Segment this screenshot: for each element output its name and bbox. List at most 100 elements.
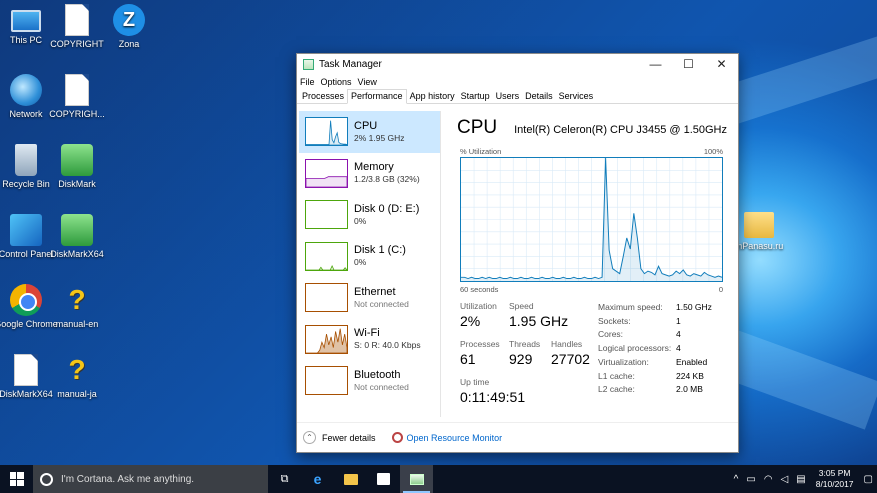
resource-thumbnail-graph bbox=[305, 200, 348, 230]
tab-details[interactable]: Details bbox=[522, 90, 556, 103]
desktop-icon-manual-en[interactable]: ? manual-en bbox=[42, 284, 112, 330]
spec-value: 224 KB bbox=[676, 370, 704, 381]
stat-processes: Processes 61 bbox=[460, 339, 500, 367]
spec-value: 4 bbox=[676, 329, 681, 340]
notifications-icon[interactable]: ▤ bbox=[796, 474, 805, 485]
resource-item-memory[interactable]: Memory 1.2/3.8 GB (32%) bbox=[299, 153, 440, 195]
desktop-icon-diskmarkx64[interactable]: DiskMarkX64 bbox=[42, 214, 112, 260]
footer-bar: ⌃ Fewer details Open Resource Monitor bbox=[297, 422, 738, 452]
fewer-details-link[interactable]: Fewer details bbox=[322, 433, 376, 443]
document-icon bbox=[65, 4, 89, 36]
spec-row: Sockets: 1 bbox=[598, 315, 712, 329]
cortana-search-box[interactable]: I'm Cortana. Ask me anything. bbox=[33, 465, 268, 493]
menu-view[interactable]: View bbox=[358, 77, 377, 87]
clock[interactable]: 3:05 PM 8/10/2017 bbox=[816, 468, 854, 490]
folder-icon bbox=[343, 473, 358, 485]
desktop-icon-diskmark[interactable]: DiskMark bbox=[42, 144, 112, 190]
menu-bar: File Options View bbox=[297, 74, 738, 89]
task-view-button[interactable]: ⧉ bbox=[268, 465, 301, 493]
title-bar[interactable]: Task Manager — ☐ ✕ bbox=[297, 54, 738, 74]
chevron-up-icon[interactable]: ⌃ bbox=[303, 431, 316, 444]
resource-item-wi-fi[interactable]: Wi-Fi S: 0 R: 40.0 Kbps bbox=[299, 319, 440, 361]
spec-key: Virtualization: bbox=[598, 356, 649, 367]
utilization-axis-label: % Utilization bbox=[460, 147, 502, 156]
resource-thumbnail-graph bbox=[305, 283, 348, 313]
window-title: Task Manager bbox=[319, 58, 382, 70]
spec-key: L1 cache: bbox=[598, 370, 635, 381]
menu-file[interactable]: File bbox=[300, 77, 315, 87]
resource-monitor-icon bbox=[391, 432, 403, 443]
graph-time-span: 60 seconds bbox=[460, 285, 499, 294]
folder-icon bbox=[744, 212, 774, 238]
resource-name: Bluetooth bbox=[354, 368, 401, 381]
stat-uptime: Up time 0:11:49:51 bbox=[460, 377, 526, 405]
tab-processes[interactable]: Processes bbox=[299, 90, 347, 103]
close-button[interactable]: ✕ bbox=[705, 54, 738, 74]
menu-options[interactable]: Options bbox=[321, 77, 352, 87]
resource-item-bluetooth[interactable]: Bluetooth Not connected bbox=[299, 360, 440, 402]
taskbar-edge[interactable]: e bbox=[301, 465, 334, 493]
windows-logo-icon bbox=[9, 472, 24, 486]
spec-row: Cores: 4 bbox=[598, 328, 712, 342]
graph-time-end: 0 bbox=[718, 285, 723, 294]
tab-startup[interactable]: Startup bbox=[458, 90, 493, 103]
tab-users[interactable]: Users bbox=[493, 90, 523, 103]
spec-key: Logical processors: bbox=[598, 343, 672, 354]
taskbar-file-explorer[interactable] bbox=[334, 465, 367, 493]
spec-value: Enabled bbox=[676, 356, 708, 367]
desktop-icon-manual-ja[interactable]: ? manual-ja bbox=[42, 354, 112, 400]
resource-thumbnail-graph bbox=[305, 158, 348, 188]
spec-key: L2 cache: bbox=[598, 384, 635, 395]
minimize-button[interactable]: — bbox=[639, 54, 672, 74]
resource-detail: 1.2/3.8 GB (32%) bbox=[354, 174, 420, 185]
diskmark-setup-icon bbox=[14, 354, 38, 386]
resource-detail: Not connected bbox=[354, 298, 409, 309]
resource-name: Memory bbox=[354, 161, 394, 174]
maximize-button[interactable]: ☐ bbox=[672, 54, 705, 74]
edge-icon: e bbox=[313, 471, 322, 487]
start-button[interactable] bbox=[0, 465, 33, 493]
diskmark-icon bbox=[61, 214, 93, 246]
desktop-icon-copyright-2[interactable]: COPYRIGH... bbox=[42, 74, 112, 120]
resource-item-cpu[interactable]: CPU 2% 1.95 GHz bbox=[299, 111, 440, 153]
tab-app-history[interactable]: App history bbox=[407, 90, 458, 103]
battery-icon[interactable]: ▭ bbox=[746, 474, 755, 485]
utilization-axis-max: 100% bbox=[703, 147, 723, 156]
stat-handles: Handles 27702 bbox=[551, 339, 590, 367]
spec-key: Cores: bbox=[598, 329, 624, 340]
help-icon: ? bbox=[68, 354, 86, 385]
tab-bar: Processes Performance App history Startu… bbox=[297, 89, 738, 104]
open-resource-monitor-link[interactable]: Open Resource Monitor bbox=[407, 433, 503, 443]
volume-icon[interactable]: ◁ bbox=[781, 474, 789, 485]
computer-icon bbox=[11, 10, 41, 32]
desktop-icon-zona[interactable]: Z Zona bbox=[94, 4, 164, 50]
recycle-bin-icon bbox=[15, 144, 37, 176]
stat-speed: Speed 1.95 GHz bbox=[509, 301, 569, 329]
chrome-icon bbox=[10, 284, 42, 316]
cpu-utilization-graph bbox=[460, 157, 723, 282]
taskbar-store[interactable] bbox=[367, 465, 400, 493]
cpu-heading: CPU bbox=[457, 117, 498, 138]
action-center-icon[interactable]: ▢ bbox=[864, 474, 873, 485]
resource-item-disk-1-c[interactable]: Disk 1 (C:) 0% bbox=[299, 236, 440, 278]
chevron-up-icon[interactable]: ^ bbox=[734, 474, 739, 485]
taskbar-task-manager[interactable] bbox=[400, 465, 433, 493]
spec-row: Logical processors: 4 bbox=[598, 342, 712, 356]
resource-detail: S: 0 R: 40.0 Kbps bbox=[354, 340, 421, 351]
tab-performance[interactable]: Performance bbox=[347, 89, 407, 104]
resource-detail: 2% 1.95 GHz bbox=[354, 132, 405, 143]
stat-threads: Threads 929 bbox=[509, 339, 541, 367]
tab-services[interactable]: Services bbox=[556, 90, 597, 103]
resource-item-ethernet[interactable]: Ethernet Not connected bbox=[299, 277, 440, 319]
spec-value: 1 bbox=[676, 315, 681, 326]
help-icon: ? bbox=[68, 284, 86, 315]
spec-row: L1 cache: 224 KB bbox=[598, 370, 712, 384]
diskmark-icon bbox=[61, 144, 93, 176]
task-manager-icon bbox=[409, 473, 424, 485]
network-icon[interactable]: ◠ bbox=[764, 474, 773, 485]
spec-row: L2 cache: 2.0 MB bbox=[598, 383, 712, 397]
resource-item-disk-0-d-e[interactable]: Disk 0 (D: E:) 0% bbox=[299, 194, 440, 236]
clock-date: 8/10/2017 bbox=[815, 479, 854, 489]
resource-thumbnail-graph bbox=[305, 366, 348, 396]
spec-key: Maximum speed: bbox=[598, 302, 663, 312]
